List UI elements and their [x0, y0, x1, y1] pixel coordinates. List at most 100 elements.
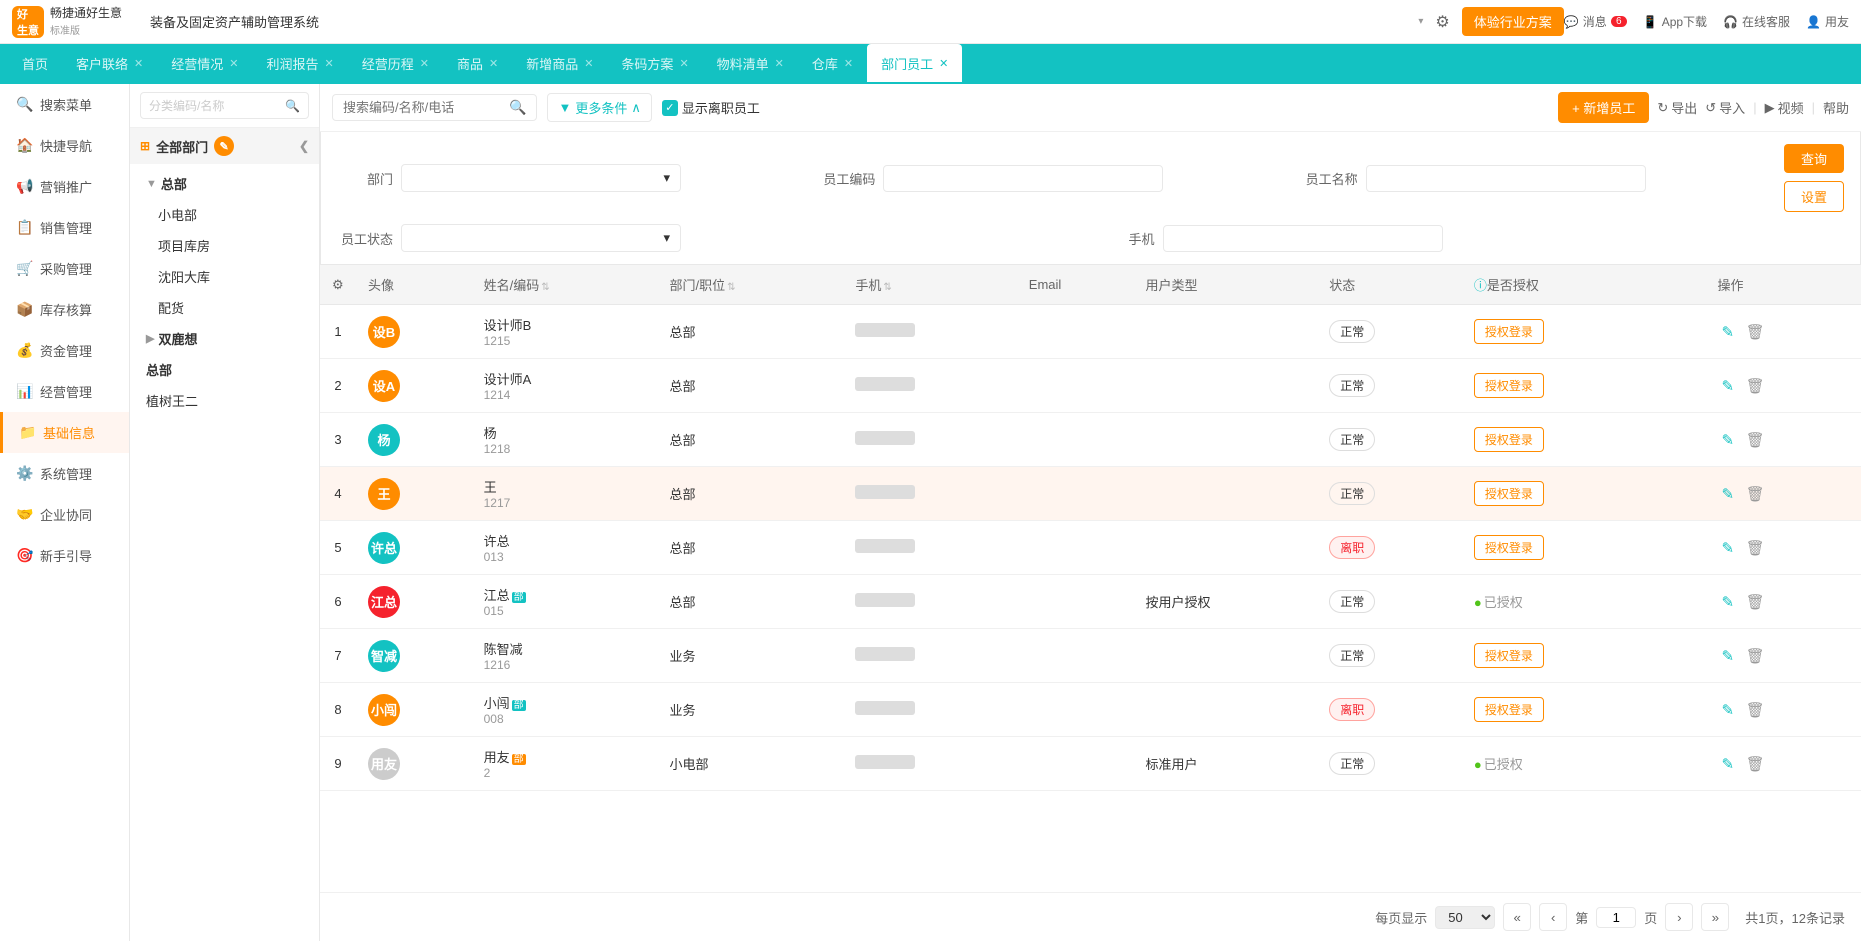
sidebar-item-sales[interactable]: 📋 销售管理 — [0, 207, 129, 248]
filter-phone-field: 手机 — [1099, 225, 1845, 252]
online-service-btn[interactable]: 🎧 在线客服 — [1723, 13, 1790, 30]
tab-goods[interactable]: 商品✕ — [443, 44, 512, 84]
delete-button[interactable]: 🗑 — [1746, 432, 1765, 449]
search-input-wrap[interactable]: 🔍 — [332, 94, 537, 121]
sidebar-item-guide[interactable]: 🎯 新手引导 — [0, 535, 129, 576]
import-btn[interactable]: ↺ 导入 — [1705, 98, 1745, 117]
tab-dept-emp[interactable]: 部门员工✕ — [867, 44, 962, 84]
filter-set-button[interactable]: 设置 — [1784, 181, 1844, 212]
dept-node-peihuo[interactable]: 配货 — [130, 292, 319, 323]
last-page-btn[interactable]: » — [1701, 903, 1729, 931]
col-name[interactable]: 姓名/编码⇅ — [472, 265, 658, 305]
edit-button[interactable]: ✎ — [1722, 594, 1735, 611]
sidebar-item-operation[interactable]: 📊 经营管理 — [0, 371, 129, 412]
auth-login-button[interactable]: 授权登录 — [1474, 535, 1544, 560]
search-icon: 🔍 — [16, 96, 32, 113]
edit-button[interactable]: ✎ — [1722, 702, 1735, 719]
delete-button[interactable]: 🗑 — [1746, 702, 1765, 719]
tab-warehouse[interactable]: 仓库✕ — [798, 44, 867, 84]
delete-button[interactable]: 🗑 — [1746, 486, 1765, 503]
auth-login-button[interactable]: 授权登录 — [1474, 697, 1544, 722]
delete-button[interactable]: 🗑 — [1746, 378, 1765, 395]
app-download-btn[interactable]: 📱 App下载 — [1643, 13, 1707, 30]
delete-button[interactable]: 🗑 — [1746, 594, 1765, 611]
col-phone[interactable]: 手机⇅ — [843, 265, 1016, 305]
system-title-dropdown-icon[interactable]: ▾ — [1418, 16, 1423, 27]
dept-collapse-icon[interactable]: ❮ — [299, 139, 309, 153]
sidebar-item-inventory[interactable]: 📦 库存核算 — [0, 289, 129, 330]
user-btn[interactable]: 👤 用友 — [1806, 13, 1849, 30]
delete-button[interactable]: 🗑 — [1746, 756, 1765, 773]
message-btn[interactable]: 💬 消息 6 — [1564, 13, 1627, 30]
sidebar-item-search[interactable]: 🔍 搜索菜单 — [0, 84, 129, 125]
trial-button[interactable]: 体验行业方案 — [1462, 7, 1564, 36]
page-input[interactable] — [1596, 907, 1636, 928]
tab-operation[interactable]: 经营情况✕ — [157, 44, 252, 84]
next-page-btn[interactable]: › — [1665, 903, 1693, 931]
tab-barcode[interactable]: 条码方案✕ — [607, 44, 702, 84]
dept-node-shuanglu[interactable]: ▶ 双鹿想 — [130, 323, 319, 354]
more-filter-btn[interactable]: ▼ 更多条件 ∧ — [547, 93, 651, 122]
cell-dept: 业务 — [657, 629, 843, 683]
edit-button[interactable]: ✎ — [1722, 648, 1735, 665]
tab-bom[interactable]: 物料清单✕ — [703, 44, 798, 84]
auth-login-button[interactable]: 授权登录 — [1474, 643, 1544, 668]
edit-button[interactable]: ✎ — [1722, 324, 1735, 341]
first-page-btn[interactable]: « — [1503, 903, 1531, 931]
tab-new-goods[interactable]: 新增商品✕ — [512, 44, 607, 84]
dept-node-zongbu2[interactable]: 总部 — [130, 354, 319, 385]
sidebar-item-enterprise[interactable]: 🤝 企业协同 — [0, 494, 129, 535]
edit-button[interactable]: ✎ — [1722, 486, 1735, 503]
filter-dept-select[interactable]: ▾ — [401, 164, 681, 192]
dept-node-shenyang[interactable]: 沈阳大库 — [130, 261, 319, 292]
col-dept[interactable]: 部门/职位⇅ — [657, 265, 843, 305]
table-settings-icon[interactable]: ⚙ — [332, 277, 344, 292]
prev-page-btn[interactable]: ‹ — [1539, 903, 1567, 931]
filter-query-button[interactable]: 查询 — [1784, 144, 1844, 173]
delete-button[interactable]: 🗑 — [1746, 540, 1765, 557]
edit-button[interactable]: ✎ — [1722, 432, 1735, 449]
edit-button[interactable]: ✎ — [1722, 756, 1735, 773]
tab-journey[interactable]: 经营历程✕ — [348, 44, 443, 84]
dept-all[interactable]: ⊞ 全部部门 ✎ ❮ — [130, 128, 319, 164]
view-btn[interactable]: ▶ 视频 — [1765, 98, 1804, 117]
settings-icon[interactable]: ⚙ — [1435, 12, 1449, 32]
delete-button[interactable]: 🗑 — [1746, 648, 1765, 665]
dept-node-zongbu-parent[interactable]: ▼ 总部 — [130, 168, 319, 199]
dept-node-xiangmu[interactable]: 项目库房 — [130, 230, 319, 261]
filter-empname-input[interactable] — [1366, 165, 1646, 192]
filter-empcode-input[interactable] — [883, 165, 1163, 192]
sidebar-item-purchase[interactable]: 🛒 采购管理 — [0, 248, 129, 289]
sidebar-item-finance[interactable]: 💰 资金管理 — [0, 330, 129, 371]
tab-profit[interactable]: 利润报告✕ — [252, 44, 347, 84]
sidebar-item-quick-nav[interactable]: 🏠 快捷导航 — [0, 125, 129, 166]
dept-search-input[interactable]: 分类编码/名称 🔍 — [140, 92, 309, 119]
show-resigned-toggle[interactable]: ✓ 显示离职员工 — [662, 98, 760, 117]
edit-button[interactable]: ✎ — [1722, 378, 1735, 395]
add-employee-button[interactable]: + 新增员工 — [1558, 92, 1649, 123]
auth-login-button[interactable]: 授权登录 — [1474, 427, 1544, 452]
help-btn[interactable]: 帮助 — [1823, 98, 1849, 117]
filter-phone-input[interactable] — [1163, 225, 1443, 252]
search-input[interactable] — [343, 100, 503, 115]
auth-login-button[interactable]: 授权登录 — [1474, 373, 1544, 398]
sidebar-item-basic[interactable]: 📁 基础信息 — [0, 412, 129, 453]
filter-empstatus-select[interactable]: ▾ — [401, 224, 681, 252]
page-size-select[interactable]: 50 100 — [1435, 906, 1495, 929]
dept-edit-icon[interactable]: ✎ — [214, 136, 234, 156]
auth-login-button[interactable]: 授权登录 — [1474, 481, 1544, 506]
sidebar-item-system[interactable]: ⚙️ 系统管理 — [0, 453, 129, 494]
tab-customer[interactable]: 客户联络✕ — [62, 44, 157, 84]
col-settings[interactable]: ⚙ — [320, 265, 356, 305]
auth-login-button[interactable]: 授权登录 — [1474, 319, 1544, 344]
sidebar-item-marketing[interactable]: 📢 营销推广 — [0, 166, 129, 207]
logo-area: 好生意 畅捷通好生意 标准版 — [12, 6, 142, 38]
tab-home[interactable]: 首页 — [8, 44, 62, 84]
dept-node-zhishu[interactable]: 植树王二 — [130, 385, 319, 416]
delete-button[interactable]: 🗑 — [1746, 324, 1765, 341]
cell-op: ✎ 🗑 — [1706, 521, 1861, 575]
dept-node-xiaodibu[interactable]: 小电部 — [130, 199, 319, 230]
edit-button[interactable]: ✎ — [1722, 540, 1735, 557]
show-resigned-checkbox[interactable]: ✓ — [662, 100, 678, 116]
export-btn[interactable]: ↻ 导出 — [1657, 98, 1697, 117]
